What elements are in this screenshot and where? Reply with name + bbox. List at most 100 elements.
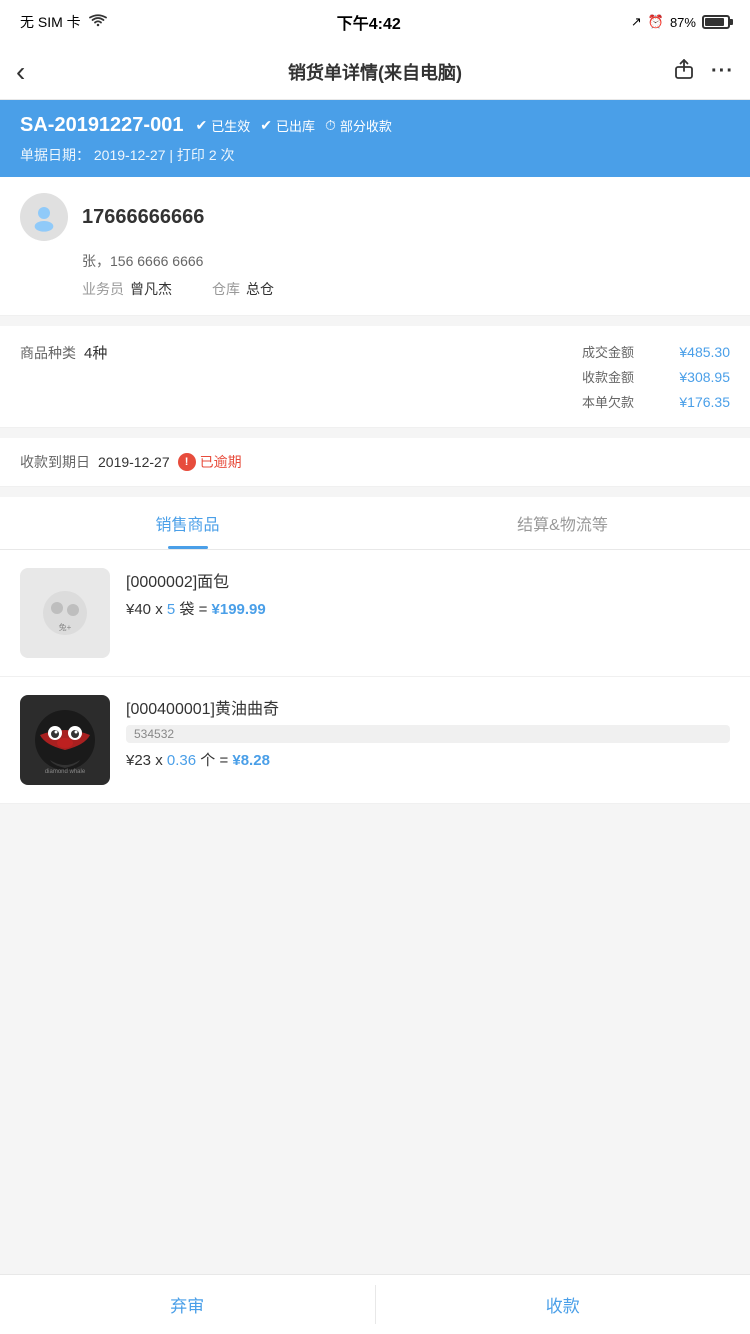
- bread-price: ¥40: [126, 601, 151, 618]
- customer-row: 17666666666: [20, 193, 730, 241]
- status-left: 无 SIM 卡: [20, 12, 107, 32]
- clock-icon: ⏱: [325, 117, 336, 134]
- cookie-unit: 个: [200, 752, 215, 769]
- tab-settlement-label: 结算&物流等: [517, 517, 608, 534]
- category-label: 商品种类: [20, 343, 76, 363]
- product-info-bread: [0000002]面包 ¥40 x 5 袋 = ¥199.99: [126, 568, 730, 658]
- customer-name-detail: 张，156 6666 6666: [82, 251, 730, 271]
- banner-date: 单据日期： 2019-12-27 | 打印 2 次: [20, 145, 730, 165]
- order-date: 2019-12-27: [94, 147, 166, 163]
- nav-bar: ‹ 销货单详情(来自电脑) ···: [0, 44, 750, 100]
- tab-sales-products[interactable]: 销售商品: [0, 497, 375, 549]
- bread-total: ¥199.99: [212, 601, 266, 618]
- product-sku-badge: 534532: [126, 725, 730, 743]
- bread-multiply: x: [155, 601, 167, 618]
- product-thumb-bread: 兔+: [20, 568, 110, 658]
- product-price-cookie: ¥23 x 0.36 个 = ¥8.28: [126, 749, 730, 770]
- check-icon-1: ✔: [195, 117, 207, 134]
- share-icon[interactable]: [673, 58, 695, 86]
- sales-value: 曾凡杰: [130, 279, 172, 299]
- product-price-bread: ¥40 x 5 袋 = ¥199.99: [126, 598, 730, 619]
- collect-payment-button[interactable]: 收款: [376, 1275, 750, 1334]
- status-shipped-label: 已出库: [276, 116, 315, 135]
- svg-text:兔+: 兔+: [59, 622, 72, 632]
- cookie-qty: 0.36: [167, 752, 196, 769]
- status-partial: ⏱ 部分收款: [325, 116, 392, 135]
- stats-section: 商品种类 4种 成交金额 ¥485.30 收款金额 ¥308.95 本单欠款 ¥…: [0, 326, 750, 428]
- sales-meta: 业务员 曾凡杰: [82, 279, 172, 299]
- battery-text: 87%: [670, 15, 696, 30]
- status-bar: 无 SIM 卡 下午4:42 ↗ ⏰ 87%: [0, 0, 750, 44]
- location-icon: ↗: [631, 14, 642, 30]
- received-value: ¥308.95: [650, 369, 730, 385]
- debt-value: ¥176.35: [650, 394, 730, 410]
- deal-label: 成交金额: [582, 342, 634, 361]
- print-info: | 打印 2 次: [169, 147, 234, 163]
- warehouse-value: 总仓: [246, 279, 274, 299]
- carrier-text: 无 SIM 卡: [20, 12, 81, 32]
- tabs-section: 销售商品 结算&物流等: [0, 497, 750, 550]
- product-info-cookie: [000400001]黄油曲奇 534532 ¥23 x 0.36 个 = ¥8…: [126, 695, 730, 785]
- customer-section: 17666666666 张，156 6666 6666 业务员 曾凡杰 仓库 总…: [0, 177, 750, 316]
- status-tags: ✔ 已生效 ✔ 已出库 ⏱ 部分收款: [195, 116, 391, 135]
- status-partial-label: 部分收款: [340, 116, 392, 135]
- alarm-icon: ⏰: [648, 14, 664, 30]
- received-label: 收款金额: [582, 367, 634, 386]
- overdue-badge: ! 已逾期: [178, 452, 242, 472]
- status-effective-label: 已生效: [211, 116, 250, 135]
- abandon-review-button[interactable]: 弃审: [0, 1275, 375, 1334]
- debt-label: 本单欠款: [582, 392, 634, 411]
- date-label: 单据日期：: [20, 147, 90, 163]
- collect-payment-label: 收款: [546, 1292, 580, 1317]
- order-id: SA-20191227-001: [20, 114, 183, 137]
- product-name-bread: [0000002]面包: [126, 568, 730, 592]
- stats-left: 商品种类 4种: [20, 342, 107, 363]
- status-right: ↗ ⏰ 87%: [631, 14, 730, 30]
- deal-amount-line: 成交金额 ¥485.30: [582, 342, 730, 361]
- deal-value: ¥485.30: [650, 344, 730, 360]
- product-thumb-cookie: diamond whale: [20, 695, 110, 785]
- status-effective: ✔ 已生效: [195, 116, 250, 135]
- cookie-price: ¥23: [126, 752, 151, 769]
- received-amount-line: 收款金额 ¥308.95: [582, 367, 730, 386]
- status-time: 下午4:42: [337, 10, 401, 34]
- bread-equal: =: [199, 601, 212, 618]
- tab-settlement[interactable]: 结算&物流等: [375, 497, 750, 549]
- tabs-row: 销售商品 结算&物流等: [0, 497, 750, 549]
- due-label: 收款到期日: [20, 452, 90, 472]
- overdue-text: 已逾期: [200, 452, 242, 472]
- wifi-icon: [89, 14, 107, 31]
- tab-sales-label: 销售商品: [155, 517, 219, 534]
- customer-phone: 17666666666: [82, 206, 204, 229]
- cookie-multiply: x: [155, 752, 167, 769]
- category-count: 4种: [84, 342, 107, 363]
- stats-row: 商品种类 4种 成交金额 ¥485.30 收款金额 ¥308.95 本单欠款 ¥…: [20, 342, 730, 411]
- product-item: 兔+ [0000002]面包 ¥40 x 5 袋 = ¥199.99: [0, 550, 750, 677]
- abandon-review-label: 弃审: [170, 1292, 204, 1317]
- tab-underline: [168, 546, 208, 549]
- due-date-section: 收款到期日 2019-12-27 ! 已逾期: [0, 438, 750, 487]
- nav-title: 销货单详情(来自电脑): [288, 59, 462, 85]
- debt-amount-line: 本单欠款 ¥176.35: [582, 392, 730, 411]
- customer-meta: 业务员 曾凡杰 仓库 总仓: [82, 279, 730, 299]
- bread-qty: 5: [167, 601, 175, 618]
- warehouse-meta: 仓库 总仓: [212, 279, 274, 299]
- battery-indicator: [702, 15, 730, 29]
- check-icon-2: ✔: [260, 117, 272, 134]
- status-shipped: ✔ 已出库: [260, 116, 315, 135]
- warehouse-label: 仓库: [212, 279, 240, 299]
- stats-right: 成交金额 ¥485.30 收款金额 ¥308.95 本单欠款 ¥176.35: [582, 342, 730, 411]
- bread-unit: 袋: [179, 601, 194, 618]
- back-button[interactable]: ‹: [8, 48, 33, 96]
- banner-row1: SA-20191227-001 ✔ 已生效 ✔ 已出库 ⏱ 部分收款: [20, 114, 730, 137]
- customer-avatar: [20, 193, 68, 241]
- cookie-total: ¥8.28: [232, 752, 270, 769]
- header-banner: SA-20191227-001 ✔ 已生效 ✔ 已出库 ⏱ 部分收款 单据日期：…: [0, 100, 750, 177]
- cookie-equal: =: [219, 752, 232, 769]
- products-section: 兔+ [0000002]面包 ¥40 x 5 袋 = ¥199.99: [0, 550, 750, 804]
- product-item-cookie: diamond whale [000400001]黄油曲奇 534532 ¥23…: [0, 677, 750, 804]
- sales-label: 业务员: [82, 279, 124, 299]
- due-date-value: 2019-12-27: [98, 454, 170, 470]
- more-icon[interactable]: ···: [711, 60, 734, 83]
- overdue-icon: !: [178, 453, 196, 471]
